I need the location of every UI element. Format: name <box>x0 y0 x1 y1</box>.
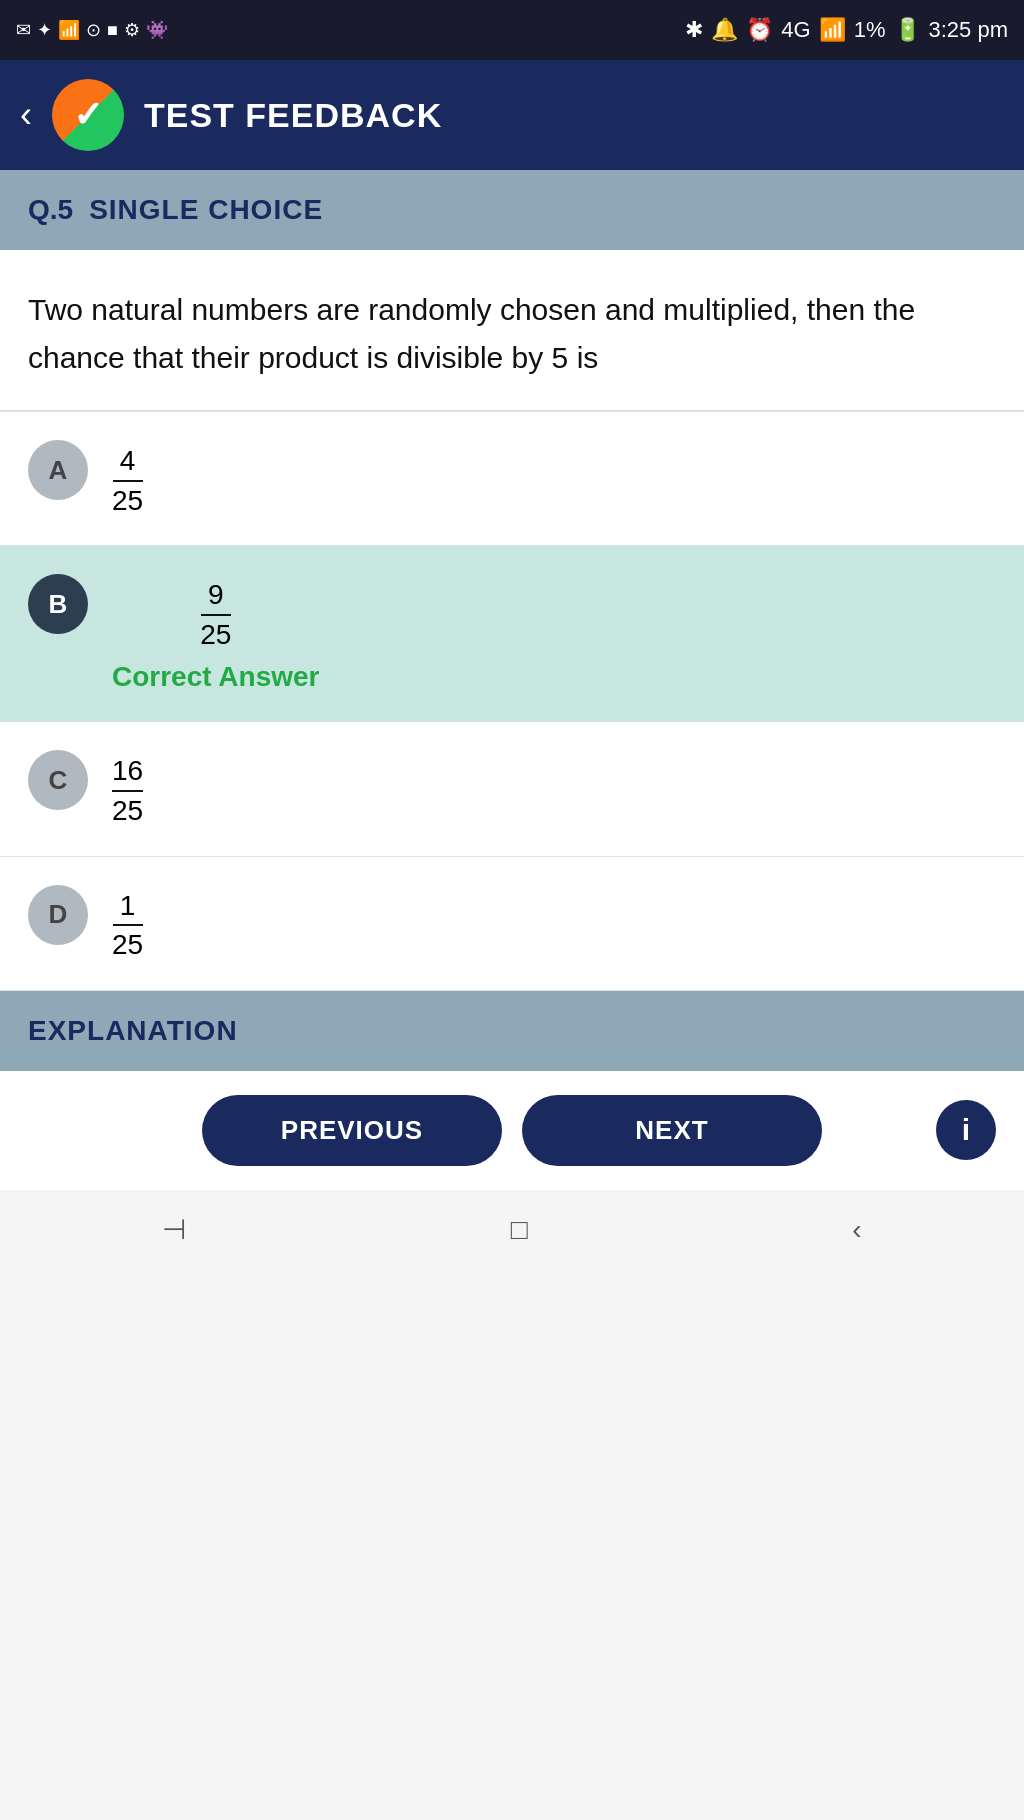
wifi-icon: ✦ <box>37 19 52 41</box>
signal-bars: 📶 <box>819 17 846 43</box>
signal-icon: 📶 <box>58 19 80 41</box>
option-b-label: B <box>28 574 88 634</box>
option-d-denominator: 25 <box>112 926 143 962</box>
option-c-fraction: 16 25 <box>112 754 143 827</box>
option-a-fraction: 4 25 <box>112 444 143 517</box>
alien-icon: 👾 <box>146 19 168 41</box>
top-bar: ‹ ✓ TEST FEEDBACK <box>0 60 1024 170</box>
question-header: Q.5 SINGLE CHOICE <box>0 170 1024 250</box>
logo-checkmark: ✓ <box>73 94 103 136</box>
option-d-label: D <box>28 885 88 945</box>
square-icon: ■ <box>107 20 118 41</box>
question-type: SINGLE CHOICE <box>89 194 323 226</box>
option-a-label: A <box>28 440 88 500</box>
previous-button[interactable]: PREVIOUS <box>202 1095 502 1166</box>
option-b-numerator: 9 <box>201 578 231 616</box>
status-icons: ✉ ✦ 📶 ⊙ ■ ⚙ 👾 <box>16 19 168 41</box>
option-b[interactable]: B 9 25 Correct Answer <box>0 546 1024 722</box>
time-display: 3:25 pm <box>929 17 1009 43</box>
option-a-denominator: 25 <box>112 482 143 518</box>
status-bar: ✉ ✦ 📶 ⊙ ■ ⚙ 👾 ✱ 🔔 ⏰ 4G 📶 1% 🔋 3:25 pm <box>0 0 1024 60</box>
clock-icon: ⊙ <box>86 19 101 41</box>
option-d[interactable]: D 1 25 <box>0 857 1024 991</box>
explanation-title: EXPLANATION <box>28 1015 238 1046</box>
network-icon: 4G <box>781 17 810 43</box>
option-d-numerator: 1 <box>113 889 143 927</box>
option-a-numerator: 4 <box>113 444 143 482</box>
explanation-section: EXPLANATION <box>0 991 1024 1071</box>
question-text: Two natural numbers are randomly chosen … <box>28 286 996 382</box>
correct-answer-label: Correct Answer <box>112 661 319 693</box>
option-d-fraction: 1 25 <box>112 889 143 962</box>
recent-apps-icon[interactable]: ⊣ <box>162 1213 186 1246</box>
back-button[interactable]: ‹ <box>20 94 32 136</box>
battery-percent: 1% <box>854 17 886 43</box>
option-b-content: 9 25 Correct Answer <box>112 574 319 693</box>
option-c-numerator: 16 <box>112 754 143 792</box>
option-b-fraction: 9 25 <box>112 578 319 651</box>
question-body: Two natural numbers are randomly chosen … <box>0 250 1024 412</box>
question-number: Q.5 <box>28 194 73 226</box>
info-button[interactable]: i <box>936 1100 996 1160</box>
android-icon: ⚙ <box>124 19 140 41</box>
option-c-label: C <box>28 750 88 810</box>
back-nav-icon[interactable]: ‹ <box>852 1214 861 1246</box>
alarm-icon: ⏰ <box>746 17 773 43</box>
bottom-nav: PREVIOUS NEXT i <box>0 1071 1024 1190</box>
home-icon[interactable]: □ <box>511 1214 528 1246</box>
option-c[interactable]: C 16 25 <box>0 722 1024 856</box>
battery-icon: 🔋 <box>894 17 921 43</box>
options-container: A 4 25 B 9 25 Correct Answer C 16 25 <box>0 412 1024 991</box>
option-a[interactable]: A 4 25 <box>0 412 1024 546</box>
mail-icon: ✉ <box>16 19 31 41</box>
volume-icon: 🔔 <box>711 17 738 43</box>
option-a-content: 4 25 <box>112 440 143 517</box>
bluetooth-icon: ✱ <box>685 17 703 43</box>
page-title: TEST FEEDBACK <box>144 96 442 135</box>
next-button[interactable]: NEXT <box>522 1095 822 1166</box>
option-d-content: 1 25 <box>112 885 143 962</box>
option-b-denominator: 25 <box>200 616 231 652</box>
app-logo: ✓ <box>52 79 124 151</box>
android-nav-bar: ⊣ □ ‹ <box>0 1190 1024 1280</box>
option-c-denominator: 25 <box>112 792 143 828</box>
option-c-content: 16 25 <box>112 750 143 827</box>
status-right: ✱ 🔔 ⏰ 4G 📶 1% 🔋 3:25 pm <box>685 17 1008 43</box>
